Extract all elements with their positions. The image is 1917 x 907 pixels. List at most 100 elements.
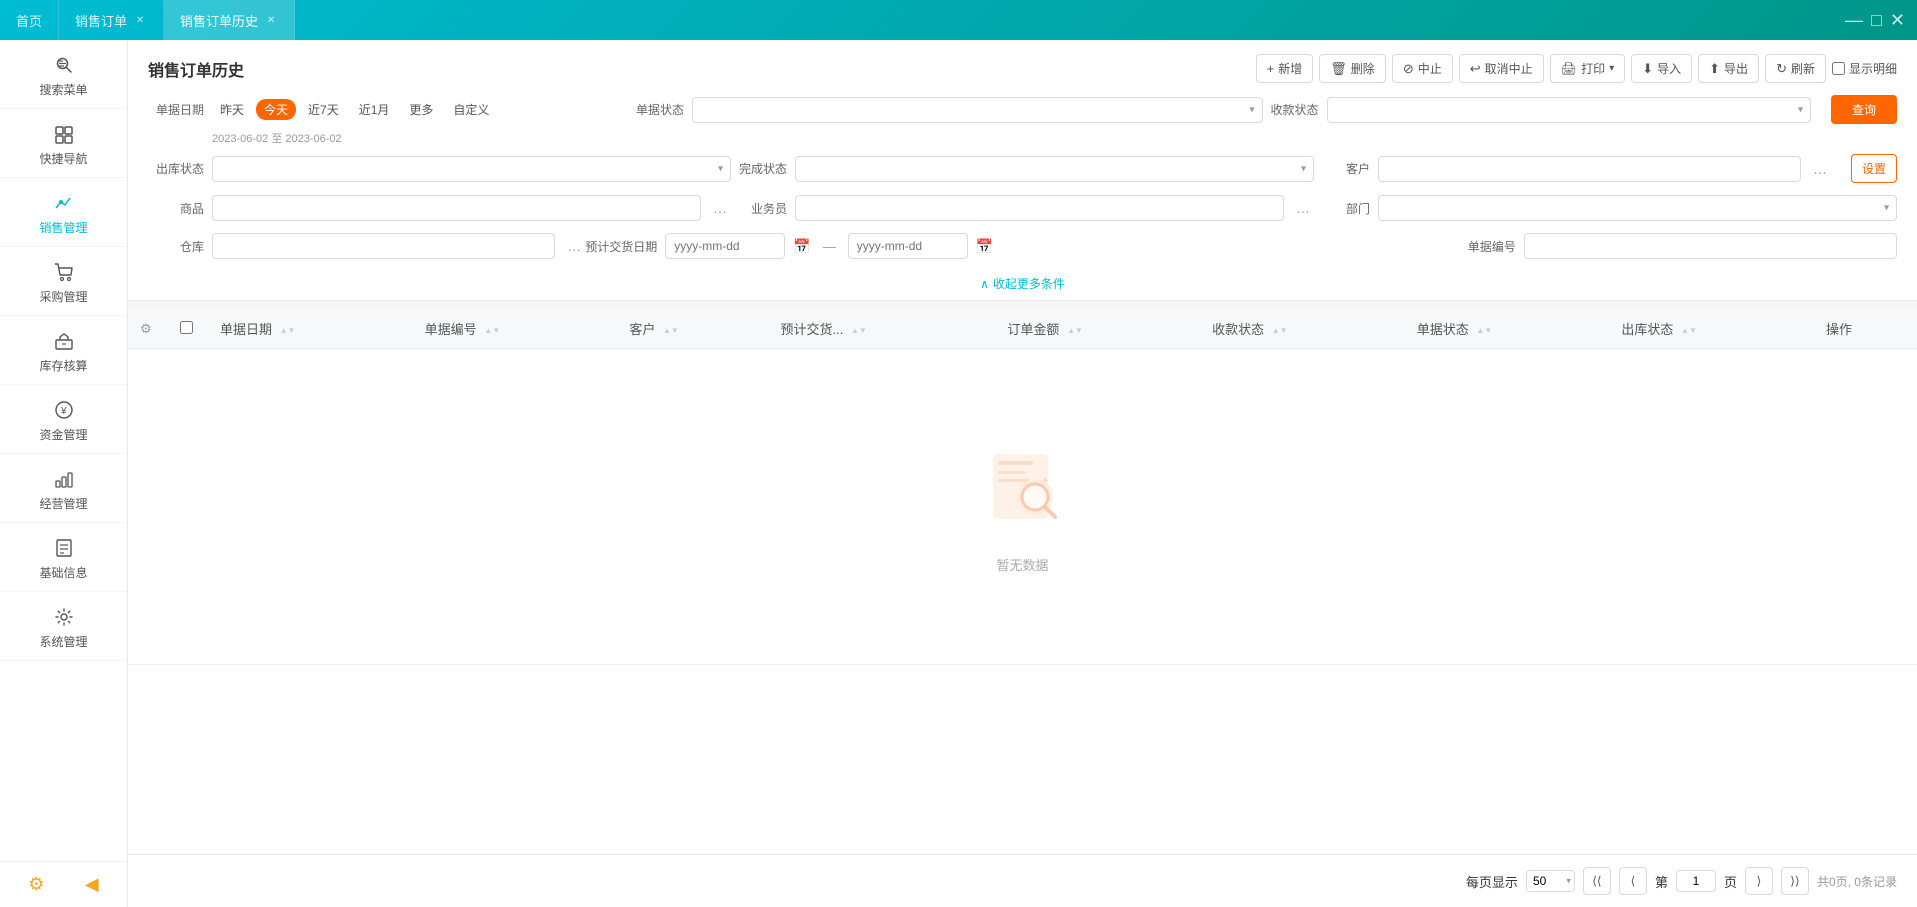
out-status-select[interactable]	[212, 156, 731, 182]
query-button[interactable]: 查询	[1831, 95, 1897, 124]
sidebar: 搜索菜单 快捷导航 销售管理 采购管理 库存核算	[0, 40, 128, 907]
close-sales-order-history-icon[interactable]: ✕	[264, 13, 278, 27]
col-settings: ⚙	[128, 309, 168, 349]
sidebar-collapse-icon[interactable]: ◀	[85, 874, 99, 895]
svg-text:¥: ¥	[60, 406, 67, 417]
next-page-button[interactable]: ⟩	[1745, 867, 1773, 895]
customer-sort-icon[interactable]: ▲▼	[663, 327, 679, 335]
import-button[interactable]: ⬇ 导入	[1631, 54, 1692, 83]
sidebar-item-purchase-mgmt[interactable]: 采购管理	[0, 247, 127, 316]
sidebar-item-label: 搜索菜单	[39, 81, 87, 98]
col-order-no: 单据编号 ▲▼	[413, 309, 618, 349]
sidebar-settings-icon[interactable]: ⚙	[28, 874, 44, 895]
table-settings-icon[interactable]: ⚙	[140, 321, 152, 336]
display-columns-input[interactable]	[1832, 62, 1845, 75]
salesman-ellipsis-icon[interactable]: …	[1292, 200, 1314, 216]
date-tag-today[interactable]: 今天	[256, 99, 296, 120]
date-tag-yesterday[interactable]: 昨天	[212, 99, 252, 120]
expected-date-from[interactable]	[665, 233, 785, 259]
order-no-sort-icon[interactable]: ▲▼	[484, 327, 500, 335]
first-page-button[interactable]: ⟨⟨	[1583, 867, 1611, 895]
sidebar-item-sales-mgmt[interactable]: 销售管理	[0, 178, 127, 247]
tab-sales-order[interactable]: 销售订单 ✕	[59, 0, 164, 40]
pay-status-sort-icon[interactable]: ▲▼	[1272, 327, 1288, 335]
display-columns-checkbox[interactable]: 显示明细	[1832, 60, 1897, 77]
customer-input[interactable]	[1378, 156, 1801, 182]
stop-button[interactable]: ⊘ 中止	[1392, 54, 1453, 83]
refresh-button[interactable]: ↻ 刷新	[1765, 54, 1826, 83]
date-tag-last30[interactable]: 近1月	[351, 99, 398, 120]
sidebar-item-inventory[interactable]: 库存核算	[0, 316, 127, 385]
expected-date-from-calendar-icon[interactable]: 📅	[793, 238, 810, 255]
date-tag-custom[interactable]: 自定义	[445, 99, 497, 120]
collapse-row[interactable]: ∧ 收起更多条件	[148, 271, 1897, 300]
status-select[interactable]	[692, 97, 1263, 123]
print-button[interactable]: 🖨 打印 ▾	[1550, 54, 1626, 83]
dept-select-wrapper	[1378, 195, 1897, 221]
purchase-mgmt-icon	[53, 261, 75, 283]
dept-select[interactable]	[1378, 195, 1897, 221]
pay-status-select[interactable]	[1327, 97, 1811, 123]
warehouse-label: 仓库	[148, 238, 204, 255]
search-menu-icon	[53, 54, 75, 76]
amount-sort-icon[interactable]: ▲▼	[1067, 327, 1083, 335]
export-button[interactable]: ⬆ 导出	[1698, 54, 1759, 83]
collapse-arrow-icon: ∧	[980, 277, 989, 291]
delete-button[interactable]: 🗑 删除	[1319, 54, 1386, 83]
product-input[interactable]	[212, 195, 701, 221]
complete-status-label: 完成状态	[731, 160, 787, 177]
sidebar-item-search-menu[interactable]: 搜索菜单	[0, 40, 127, 109]
page-title: 销售订单历史	[148, 57, 244, 81]
product-ellipsis-icon[interactable]: …	[709, 200, 731, 216]
filter-out-status-item: 出库状态	[148, 156, 731, 182]
page-size-select[interactable]: 20 50 100 200	[1526, 870, 1575, 892]
sidebar-item-finance[interactable]: ¥ 资金管理	[0, 385, 127, 454]
close-app-icon[interactable]: ✕	[1890, 10, 1905, 31]
page-number-input[interactable]	[1676, 870, 1716, 892]
order-no-input[interactable]	[1524, 233, 1897, 259]
order-status-sort-icon[interactable]: ▲▼	[1476, 327, 1492, 335]
data-table: ⚙ 单据日期 ▲▼ 单据编号 ▲▼	[128, 309, 1917, 665]
date-range-row: 2023-06-02 至 2023-06-02	[148, 128, 1897, 146]
customer-label: 客户	[1314, 160, 1370, 177]
prev-page-button[interactable]: ⟨	[1619, 867, 1647, 895]
col-amount: 订单金额 ▲▼	[995, 309, 1200, 349]
sidebar-item-quick-nav[interactable]: 快捷导航	[0, 109, 127, 178]
tab-home[interactable]: 查询 首页	[0, 0, 59, 40]
main-layout: 搜索菜单 快捷导航 销售管理 采购管理 库存核算	[0, 40, 1917, 907]
date-sort-icon[interactable]: ▲▼	[280, 327, 296, 335]
expected-date-to-calendar-icon[interactable]: 📅	[976, 238, 993, 255]
cancel-stop-button[interactable]: ↩ 取消中止	[1459, 54, 1544, 83]
expected-date-to[interactable]	[848, 233, 968, 259]
delete-icon: 🗑	[1330, 61, 1347, 77]
warehouse-input[interactable]	[212, 233, 555, 259]
date-tag-more[interactable]: 更多	[401, 99, 441, 120]
sidebar-item-basic-info[interactable]: 基础信息	[0, 523, 127, 592]
out-status-label: 出库状态	[148, 160, 204, 177]
print-dropdown-icon: ▾	[1609, 63, 1614, 74]
minimize-icon[interactable]: —	[1845, 10, 1863, 31]
table-wrapper: ⚙ 单据日期 ▲▼ 单据编号 ▲▼	[128, 309, 1917, 854]
sidebar-item-operations[interactable]: 经营管理	[0, 454, 127, 523]
close-sales-order-icon[interactable]: ✕	[133, 13, 147, 27]
expected-date-sort-icon[interactable]: ▲▼	[851, 327, 867, 335]
quick-nav-icon	[53, 123, 75, 145]
customer-ellipsis-icon[interactable]: …	[1809, 161, 1831, 177]
complete-status-select[interactable]	[795, 156, 1314, 182]
salesman-input[interactable]	[795, 195, 1284, 221]
status-select-wrapper	[692, 97, 1263, 123]
tab-sales-order-history[interactable]: 销售订单历史 ✕	[164, 0, 295, 40]
out-status-sort-icon[interactable]: ▲▼	[1681, 327, 1697, 335]
cancel-stop-icon: ↩	[1470, 61, 1481, 77]
maximize-icon[interactable]: □	[1871, 10, 1882, 31]
sidebar-item-system[interactable]: 系统管理	[0, 592, 127, 661]
product-label: 商品	[148, 200, 204, 217]
date-tag-last7[interactable]: 近7天	[300, 99, 347, 120]
warehouse-ellipsis-icon[interactable]: …	[563, 238, 585, 254]
filter-area: 单据日期 昨天 今天 近7天 近1月 更多 自定义	[148, 95, 1897, 300]
settings-button[interactable]: 设置	[1851, 154, 1897, 183]
add-button[interactable]: + 新增	[1256, 54, 1314, 83]
select-all-checkbox[interactable]	[180, 321, 193, 334]
last-page-button[interactable]: ⟩⟩	[1781, 867, 1809, 895]
filter-order-no-item: 单据编号	[1460, 233, 1897, 259]
